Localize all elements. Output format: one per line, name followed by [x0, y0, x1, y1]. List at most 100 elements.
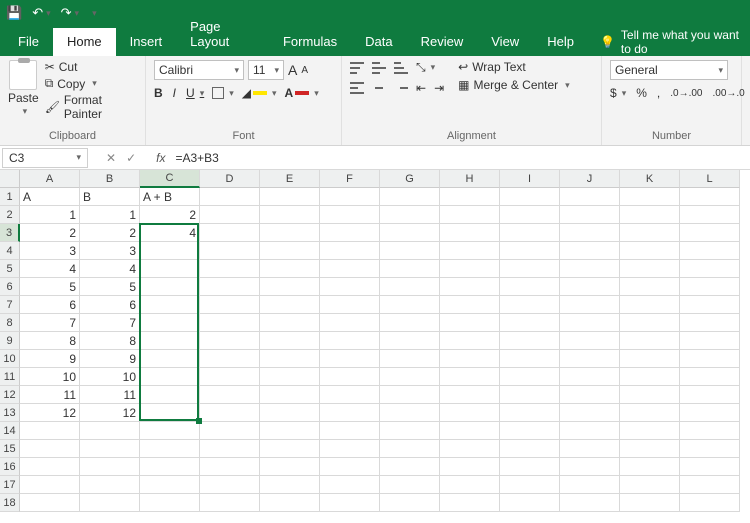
cell-I14[interactable] — [500, 422, 560, 440]
name-box[interactable]: C3▾ — [2, 148, 88, 168]
cell-A1[interactable]: A — [20, 188, 80, 206]
row-header-4[interactable]: 4 — [0, 242, 20, 260]
tab-insert[interactable]: Insert — [116, 28, 177, 56]
cell-I10[interactable] — [500, 350, 560, 368]
cell-K18[interactable] — [620, 494, 680, 512]
cut-button[interactable]: Cut — [45, 60, 137, 74]
cell-I7[interactable] — [500, 296, 560, 314]
row-header-13[interactable]: 13 — [0, 404, 20, 422]
cell-K6[interactable] — [620, 278, 680, 296]
cell-F9[interactable] — [320, 332, 380, 350]
cell-H13[interactable] — [440, 404, 500, 422]
cell-F3[interactable] — [320, 224, 380, 242]
cell-J11[interactable] — [560, 368, 620, 386]
cell-I16[interactable] — [500, 458, 560, 476]
cell-A16[interactable] — [20, 458, 80, 476]
cell-K3[interactable] — [620, 224, 680, 242]
cell-D18[interactable] — [200, 494, 260, 512]
paste-button[interactable]: Paste ▾ — [8, 60, 39, 121]
cell-A15[interactable] — [20, 440, 80, 458]
row-header-18[interactable]: 18 — [0, 494, 20, 512]
cell-B6[interactable]: 5 — [80, 278, 140, 296]
comma-button[interactable]: , — [657, 86, 660, 100]
cell-C12[interactable] — [140, 386, 200, 404]
cell-B16[interactable] — [80, 458, 140, 476]
cell-A8[interactable]: 7 — [20, 314, 80, 332]
cell-A13[interactable]: 12 — [20, 404, 80, 422]
number-format-combo[interactable]: General▾ — [610, 60, 728, 80]
cell-H4[interactable] — [440, 242, 500, 260]
fx-icon[interactable]: fx — [156, 151, 165, 165]
cell-B12[interactable]: 11 — [80, 386, 140, 404]
cell-L11[interactable] — [680, 368, 740, 386]
cell-C4[interactable] — [140, 242, 200, 260]
cell-F14[interactable] — [320, 422, 380, 440]
cell-C1[interactable]: A + B — [140, 188, 200, 206]
cell-E11[interactable] — [260, 368, 320, 386]
column-header-J[interactable]: J — [560, 170, 620, 188]
cell-E13[interactable] — [260, 404, 320, 422]
cell-B8[interactable]: 7 — [80, 314, 140, 332]
cell-B9[interactable]: 8 — [80, 332, 140, 350]
cell-J1[interactable] — [560, 188, 620, 206]
column-header-F[interactable]: F — [320, 170, 380, 188]
cell-H6[interactable] — [440, 278, 500, 296]
cell-B13[interactable]: 12 — [80, 404, 140, 422]
cell-G1[interactable] — [380, 188, 440, 206]
cell-F11[interactable] — [320, 368, 380, 386]
cell-I13[interactable] — [500, 404, 560, 422]
merge-center-button[interactable]: ▦Merge & Center▾ — [458, 78, 570, 92]
cell-K7[interactable] — [620, 296, 680, 314]
cell-J10[interactable] — [560, 350, 620, 368]
cell-C11[interactable] — [140, 368, 200, 386]
cell-K2[interactable] — [620, 206, 680, 224]
cell-D1[interactable] — [200, 188, 260, 206]
cell-L4[interactable] — [680, 242, 740, 260]
cell-K8[interactable] — [620, 314, 680, 332]
cell-F10[interactable] — [320, 350, 380, 368]
cell-D7[interactable] — [200, 296, 260, 314]
align-middle-button[interactable] — [372, 62, 386, 74]
cell-I15[interactable] — [500, 440, 560, 458]
cell-A5[interactable]: 4 — [20, 260, 80, 278]
cell-B5[interactable]: 4 — [80, 260, 140, 278]
cell-G15[interactable] — [380, 440, 440, 458]
cell-D14[interactable] — [200, 422, 260, 440]
font-color-button[interactable]: A▾ — [285, 86, 319, 100]
cell-H10[interactable] — [440, 350, 500, 368]
cell-E7[interactable] — [260, 296, 320, 314]
align-top-button[interactable] — [350, 62, 364, 74]
cell-L8[interactable] — [680, 314, 740, 332]
row-header-5[interactable]: 5 — [0, 260, 20, 278]
cell-D12[interactable] — [200, 386, 260, 404]
tab-view[interactable]: View — [477, 28, 533, 56]
cell-J3[interactable] — [560, 224, 620, 242]
cell-G12[interactable] — [380, 386, 440, 404]
cell-H11[interactable] — [440, 368, 500, 386]
cell-H1[interactable] — [440, 188, 500, 206]
tab-file[interactable]: File — [4, 28, 53, 56]
italic-button[interactable]: I — [173, 86, 176, 100]
decrease-indent-button[interactable]: ⇤ — [416, 81, 426, 95]
cell-B18[interactable] — [80, 494, 140, 512]
cell-L6[interactable] — [680, 278, 740, 296]
cell-L9[interactable] — [680, 332, 740, 350]
cell-G5[interactable] — [380, 260, 440, 278]
cell-H9[interactable] — [440, 332, 500, 350]
cell-J9[interactable] — [560, 332, 620, 350]
cell-E17[interactable] — [260, 476, 320, 494]
cell-G9[interactable] — [380, 332, 440, 350]
cell-I5[interactable] — [500, 260, 560, 278]
cell-B2[interactable]: 1 — [80, 206, 140, 224]
cell-F16[interactable] — [320, 458, 380, 476]
bold-button[interactable]: B — [154, 86, 163, 100]
cell-A14[interactable] — [20, 422, 80, 440]
column-header-B[interactable]: B — [80, 170, 140, 188]
decrease-decimal-button[interactable]: .00→.0 — [712, 88, 744, 99]
cell-J5[interactable] — [560, 260, 620, 278]
cell-D10[interactable] — [200, 350, 260, 368]
cell-F2[interactable] — [320, 206, 380, 224]
cell-E1[interactable] — [260, 188, 320, 206]
cell-B7[interactable]: 6 — [80, 296, 140, 314]
cell-G17[interactable] — [380, 476, 440, 494]
